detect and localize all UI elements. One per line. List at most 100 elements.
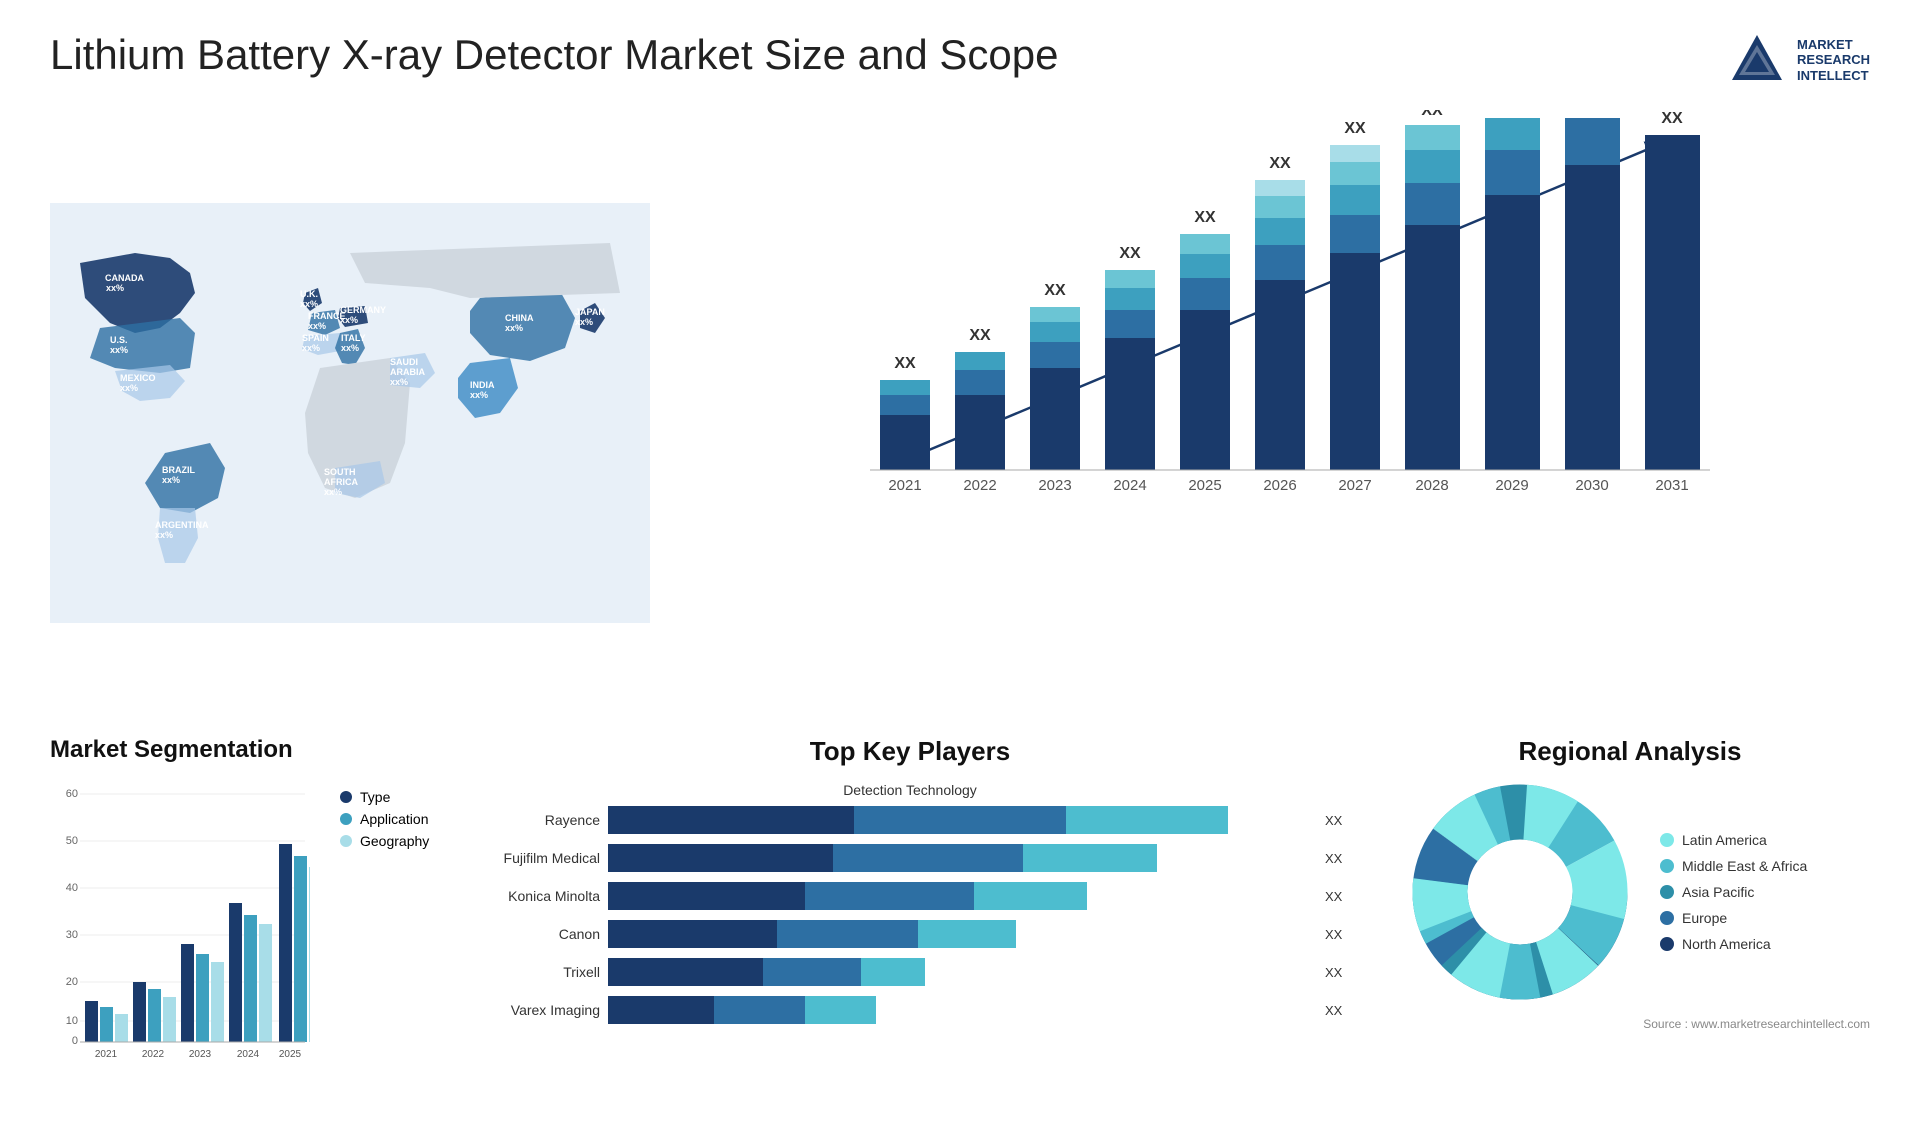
year-2028: 2028 [1415,477,1448,494]
bar-2024-label: XX [1119,245,1141,262]
bar-2028-seg3 [1405,150,1460,183]
year-2029: 2029 [1495,477,1528,494]
player-fill-rayence [608,806,1228,834]
latam-label: Latin America [1682,832,1767,848]
seg-2023-app [196,954,209,1042]
seg-year-2022: 2022 [142,1049,165,1059]
bar-2024-seg2 [1105,310,1155,338]
china-val: xx% [505,323,523,333]
bar-seg2 [714,996,806,1024]
bar-seg3 [1023,844,1157,872]
bar-seg3 [861,958,924,986]
world-map-svg: CANADA xx% U.S. xx% MEXICO xx% BRAZIL xx… [50,110,650,716]
bar-2022-seg3 [955,352,1005,370]
logo-icon [1727,30,1787,90]
logo-text: MARKET RESEARCH INTELLECT [1797,37,1870,84]
bar-2030-seg2 [1565,118,1620,165]
y-label-50: 50 [66,835,78,847]
india-label: INDIA [470,380,495,390]
seg-2022-app [148,989,161,1042]
bar-seg3 [918,920,1017,948]
y-label-20: 20 [66,976,78,988]
bar-2027-seg4 [1330,162,1380,185]
france-val: xx% [308,321,326,331]
europe-label: Europe [1682,910,1727,926]
app-label: Application [360,811,429,827]
y-label-10: 10 [66,1015,78,1027]
bar-2022-label: XX [969,327,991,344]
bar-2026-seg3 [1255,218,1305,245]
seg-year-2025: 2025 [279,1049,302,1059]
germany-label: GERMANY [340,305,386,315]
player-xx-rayence: XX [1325,813,1350,828]
seg-2023-geo [211,962,224,1042]
mexico-label: MEXICO [120,373,156,383]
bar-2026-label: XX [1269,155,1291,172]
player-xx-canon: XX [1325,927,1350,942]
bar-seg1 [608,882,805,910]
us-label: U.S. [110,335,128,345]
player-fill-canon [608,920,1016,948]
page-header: Lithium Battery X-ray Detector Market Si… [50,30,1870,90]
player-name-rayence: Rayence [470,812,600,828]
player-fill-konica [608,882,1087,910]
player-bar-canon [608,920,1312,948]
year-2024: 2024 [1113,477,1146,494]
y-label-30: 30 [66,929,78,941]
brazil-val: xx% [162,475,180,485]
seg-2021-app [100,1007,113,1042]
player-row-canon: Canon XX [470,920,1350,948]
saudi-val: xx% [390,377,408,387]
players-chart: Rayence XX Fujifilm Medical [450,806,1370,1024]
bar-seg3 [1066,806,1228,834]
bar-2023-seg2 [1030,342,1080,368]
player-bar-trixell [608,958,1312,986]
geo-dot [340,835,352,847]
bar-seg3 [805,996,875,1024]
bar-2028-seg2 [1405,183,1460,225]
bar-2023-seg3 [1030,322,1080,342]
bar-2024-seg3 [1105,288,1155,310]
uk-label: U.K. [300,289,318,299]
canada-val: xx% [106,283,124,293]
japan-label: JAPAN [575,307,605,317]
us-val: xx% [110,345,128,355]
segmentation-section: Market Segmentation 60 50 40 30 20 10 0 [50,736,430,1116]
seg-2022-type [133,982,146,1042]
japan-val: xx% [575,317,593,327]
player-row-rayence: Rayence XX [470,806,1350,834]
safrica-label: SOUTH [324,467,356,477]
mea-label: Middle East & Africa [1682,858,1807,874]
year-2025: 2025 [1188,477,1221,494]
bar-2029-label: XX [1501,110,1523,112]
player-bar-varex [608,996,1312,1024]
source-text: Source : www.marketresearchintellect.com [1390,1017,1870,1031]
saudi-label2: ARABIA [390,367,425,377]
seg-legend: Type Application Geography [340,789,429,849]
apac-dot [1660,885,1674,899]
player-name-konica: Konica Minolta [470,888,600,904]
mea-dot [1660,859,1674,873]
bar-2027-seg3 [1330,185,1380,215]
bar-seg1 [608,920,777,948]
logo-box: MARKET RESEARCH INTELLECT [1727,30,1870,90]
legend-europe: Europe [1660,910,1807,926]
canada-label: CANADA [105,273,144,283]
donut-container: Latin America Middle East & Africa Asia … [1390,782,1870,1002]
mexico-val: xx% [120,383,138,393]
bar-2026-seg1 [1255,280,1305,470]
bar-2022-seg1 [955,395,1005,470]
bar-2031-seg1 [1645,135,1700,470]
player-row-konica: Konica Minolta XX [470,882,1350,910]
safrica-label2: AFRICA [324,477,358,487]
brazil-label: BRAZIL [162,465,195,475]
europe-dot [1660,911,1674,925]
player-row-varex: Varex Imaging XX [470,996,1350,1024]
uk-val: xx% [300,299,318,309]
bar-2027-seg1 [1330,253,1380,470]
player-name-canon: Canon [470,926,600,942]
seg-year-2023: 2023 [189,1049,212,1059]
year-2023: 2023 [1038,477,1071,494]
spain-val: xx% [302,343,320,353]
china-label: CHINA [505,313,534,323]
